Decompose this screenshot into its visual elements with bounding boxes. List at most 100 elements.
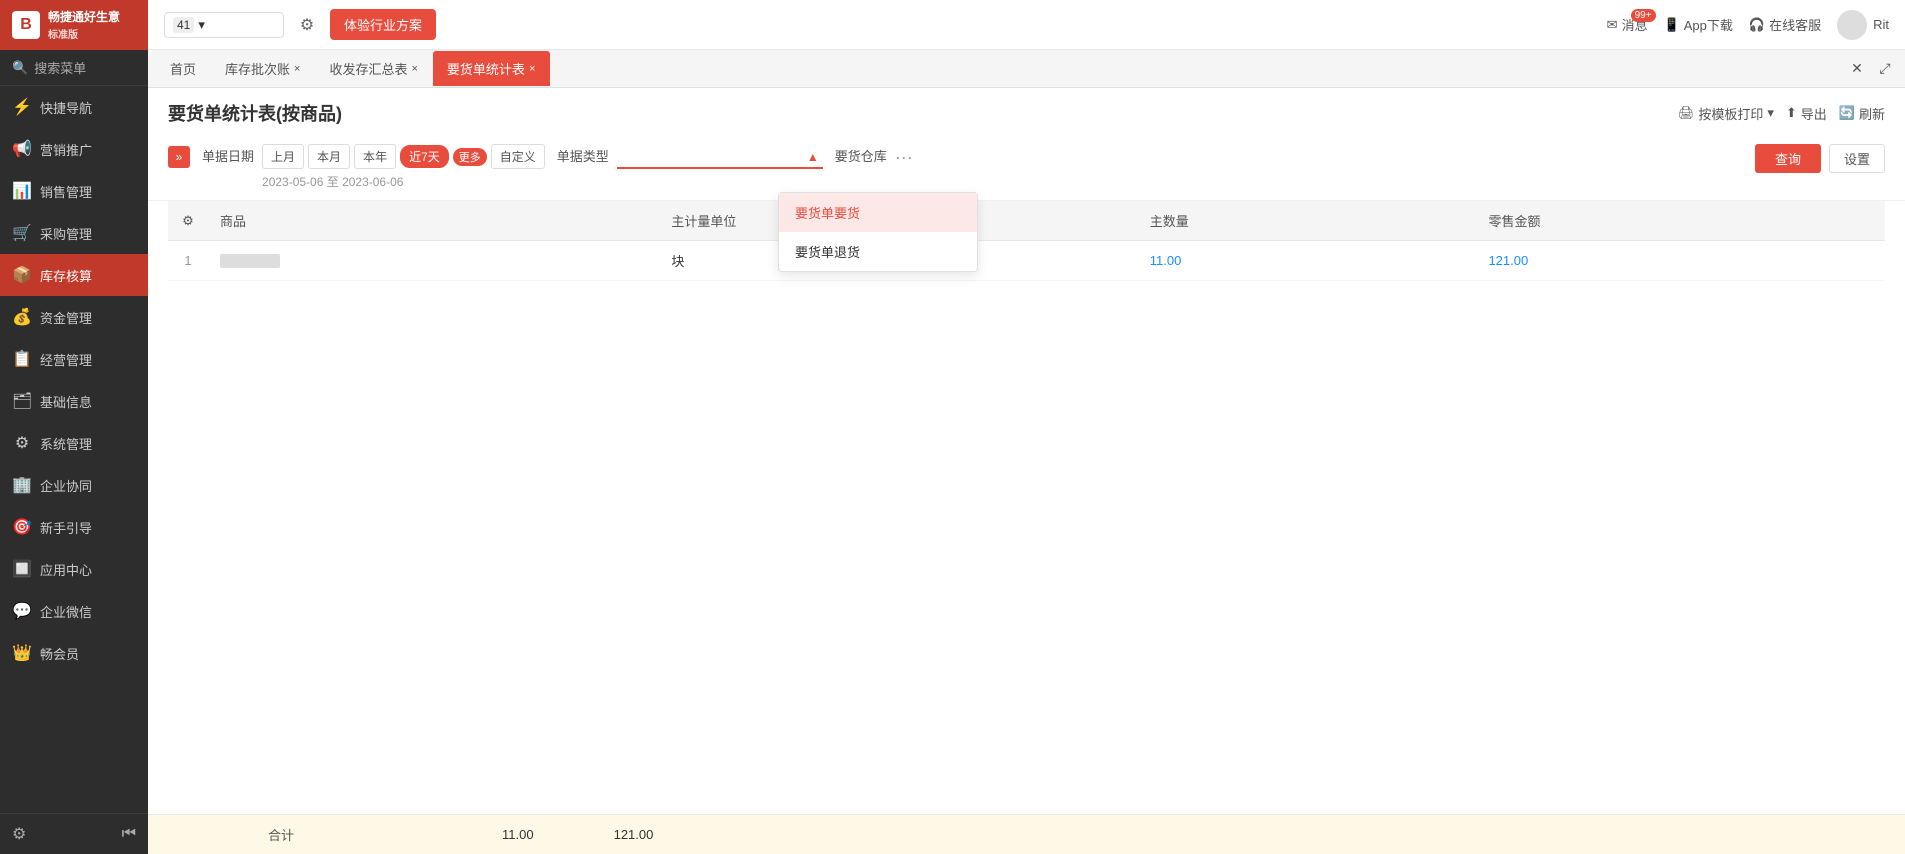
message-icon: ✉ [1607,17,1618,33]
app-logo: B 畅捷通好生意 标准版 [0,0,148,50]
print-icon: 🖨 [1678,105,1695,121]
sidebar-item-appstore[interactable]: 🔲 应用中心 [0,548,148,590]
sidebar-item-guide[interactable]: 🎯 新手引导 [0,506,148,548]
tab-home[interactable]: 首页 [156,51,211,86]
sidebar-item-label: 企业微信 [40,602,92,621]
tab-collect-summary-label: 收发存汇总表 [329,59,407,78]
tab-close-collect-summary[interactable]: × [411,63,417,75]
table-header-row: ⚙ 商品 主计量单位 主数量 零售金额 [168,201,1885,241]
settings-icon[interactable]: ⚙ [12,824,26,844]
warehouse-filter-group: 要货仓库 ··· [835,144,913,170]
more-options-icon[interactable]: ··· [895,144,913,170]
sidebar-item-vip[interactable]: 👑 畅会员 [0,632,148,674]
type-dropdown: 要货单要货 要货单退货 [778,192,978,272]
sidebar-search[interactable]: 🔍 搜索菜单 [0,50,148,86]
chevron-down-icon: ▾ [198,17,205,33]
sidebar-item-purchase[interactable]: 🛒 采购管理 [0,212,148,254]
gear-button[interactable]: ⚙ [292,10,322,40]
marketing-icon: 📢 [12,139,32,159]
purchase-icon: 🛒 [12,223,32,243]
store-selector[interactable]: 41 ▾ [164,12,284,38]
sidebar-item-inventory[interactable]: 📦 库存核算 [0,254,148,296]
refresh-icon: 🔄 [1839,105,1855,121]
date-filter-group: 单据日期 上月 本月 本年 近7天 更多 自定义 2023-05-06 至 20… [202,144,545,190]
sidebar-item-label: 基础信息 [40,392,92,411]
search-label: 搜索菜单 [34,58,86,77]
user-profile[interactable]: Rit [1837,10,1889,40]
tabs-end: ✕ ⤢ [1845,57,1897,81]
footer-amount: 121.00 [614,827,654,842]
sidebar-item-marketing[interactable]: 📢 营销推广 [0,128,148,170]
sidebar-item-label: 系统管理 [40,434,92,453]
date-btn-last-month[interactable]: 上月 [262,144,304,169]
content-area: 要货单统计表(按商品) 🖨 按模板打印 ▾ ⬆ 导出 🔄 刷新 » [148,88,1905,854]
date-btn-recent-7[interactable]: 近7天 [400,145,449,168]
collapse-icon[interactable]: ⏮ [122,825,136,843]
table-footer: 合计 11.00 121.00 [148,814,1905,854]
footer-total-label: 合计 [268,825,302,844]
main-area: 41 ▾ ⚙ 体验行业方案 ✉ 消息 99+ 📱 App下载 🎧 在线客服 R [148,0,1905,854]
online-service-label: 在线客服 [1769,15,1821,34]
date-btn-this-month[interactable]: 本月 [308,144,350,169]
refresh-action[interactable]: 🔄 刷新 [1839,104,1885,123]
tab-close-requisition-stat[interactable]: × [529,63,535,75]
app-download-action[interactable]: 📱 App下载 [1664,15,1733,34]
tab-expand-button[interactable]: ⤢ [1873,57,1897,81]
date-btn-this-year[interactable]: 本年 [354,144,396,169]
tab-close-all-button[interactable]: ✕ [1845,57,1869,81]
more-date-badge[interactable]: 更多 [453,148,487,166]
amount-link[interactable]: 121.00 [1488,253,1528,268]
type-select-input[interactable] [617,146,823,169]
settings-button[interactable]: 设置 [1829,144,1885,173]
online-service-action[interactable]: 🎧 在线客服 [1749,15,1821,34]
system-icon: ⚙ [12,433,32,453]
query-button[interactable]: 查询 [1755,144,1821,173]
sidebar-item-label: 快捷导航 [40,98,92,117]
dropdown-item-requisition-order[interactable]: 要货单要货 [779,193,977,232]
logo-name: 畅捷通好生意 [48,9,120,26]
message-action[interactable]: ✉ 消息 99+ [1607,15,1648,34]
sidebar-item-label: 畅会员 [40,644,79,663]
sidebar-item-label: 企业协同 [40,476,92,495]
filter-bar: » 单据日期 上月 本月 本年 近7天 更多 自定义 2023-05-06 至 … [148,134,1905,201]
sidebar-item-wecom[interactable]: 💬 企业微信 [0,590,148,632]
filter-toggle-button[interactable]: » [168,146,190,168]
blurred-product [220,254,280,268]
search-icon: 🔍 [12,60,28,76]
tab-requisition-stat[interactable]: 要货单统计表 × [433,51,550,86]
table-wrap: ⚙ 商品 主计量单位 主数量 零售金额 1 块 11.00 121.00 [148,201,1905,814]
col-settings[interactable]: ⚙ [168,201,208,241]
logo-icon: B [12,11,40,39]
tab-close-batch-account[interactable]: × [294,63,300,75]
sidebar-item-finance[interactable]: 💰 资金管理 [0,296,148,338]
sidebar-item-system[interactable]: ⚙ 系统管理 [0,422,148,464]
sidebar-nav: ⚡ 快捷导航 📢 营销推广 📊 销售管理 🛒 采购管理 📦 库存核算 💰 资金管… [0,86,148,813]
sidebar-item-label: 新手引导 [40,518,92,537]
tab-collect-summary[interactable]: 收发存汇总表 × [315,51,432,86]
print-action[interactable]: 🖨 按模板打印 ▾ [1678,104,1774,123]
user-name: Rit [1873,17,1889,32]
warehouse-filter-label: 要货仓库 [835,144,887,170]
avatar[interactable] [1837,10,1867,40]
trial-button[interactable]: 体验行业方案 [330,9,436,40]
dropdown-item-requisition-return[interactable]: 要货单退货 [779,232,977,271]
type-filter-group: 单据类型 ▲ [557,144,823,170]
quick-nav-icon: ⚡ [12,97,32,117]
tabs-bar: 首页 库存批次账 × 收发存汇总表 × 要货单统计表 × ✕ ⤢ [148,50,1905,88]
col-amount: 零售金额 [1476,201,1885,241]
table-row: 1 块 11.00 121.00 [168,241,1885,281]
sidebar-item-operations[interactable]: 📋 经营管理 [0,338,148,380]
qty-link[interactable]: 11.00 [1150,253,1182,268]
date-btn-custom[interactable]: 自定义 [491,144,545,169]
data-table: ⚙ 商品 主计量单位 主数量 零售金额 1 块 11.00 121.00 [168,201,1885,281]
tab-batch-account[interactable]: 库存批次账 × [211,51,315,86]
sidebar-item-enterprise[interactable]: 🏢 企业协同 [0,464,148,506]
sidebar-item-quick-nav[interactable]: ⚡ 快捷导航 [0,86,148,128]
refresh-label: 刷新 [1859,104,1885,123]
row-num: 1 [168,241,208,281]
export-action[interactable]: ⬆ 导出 [1786,104,1827,123]
sidebar-item-basic[interactable]: 🗂 基础信息 [0,380,148,422]
chevron-down-icon: ▾ [1767,105,1774,121]
sidebar-item-sales[interactable]: 📊 销售管理 [0,170,148,212]
app-download-label: App下载 [1684,15,1733,34]
